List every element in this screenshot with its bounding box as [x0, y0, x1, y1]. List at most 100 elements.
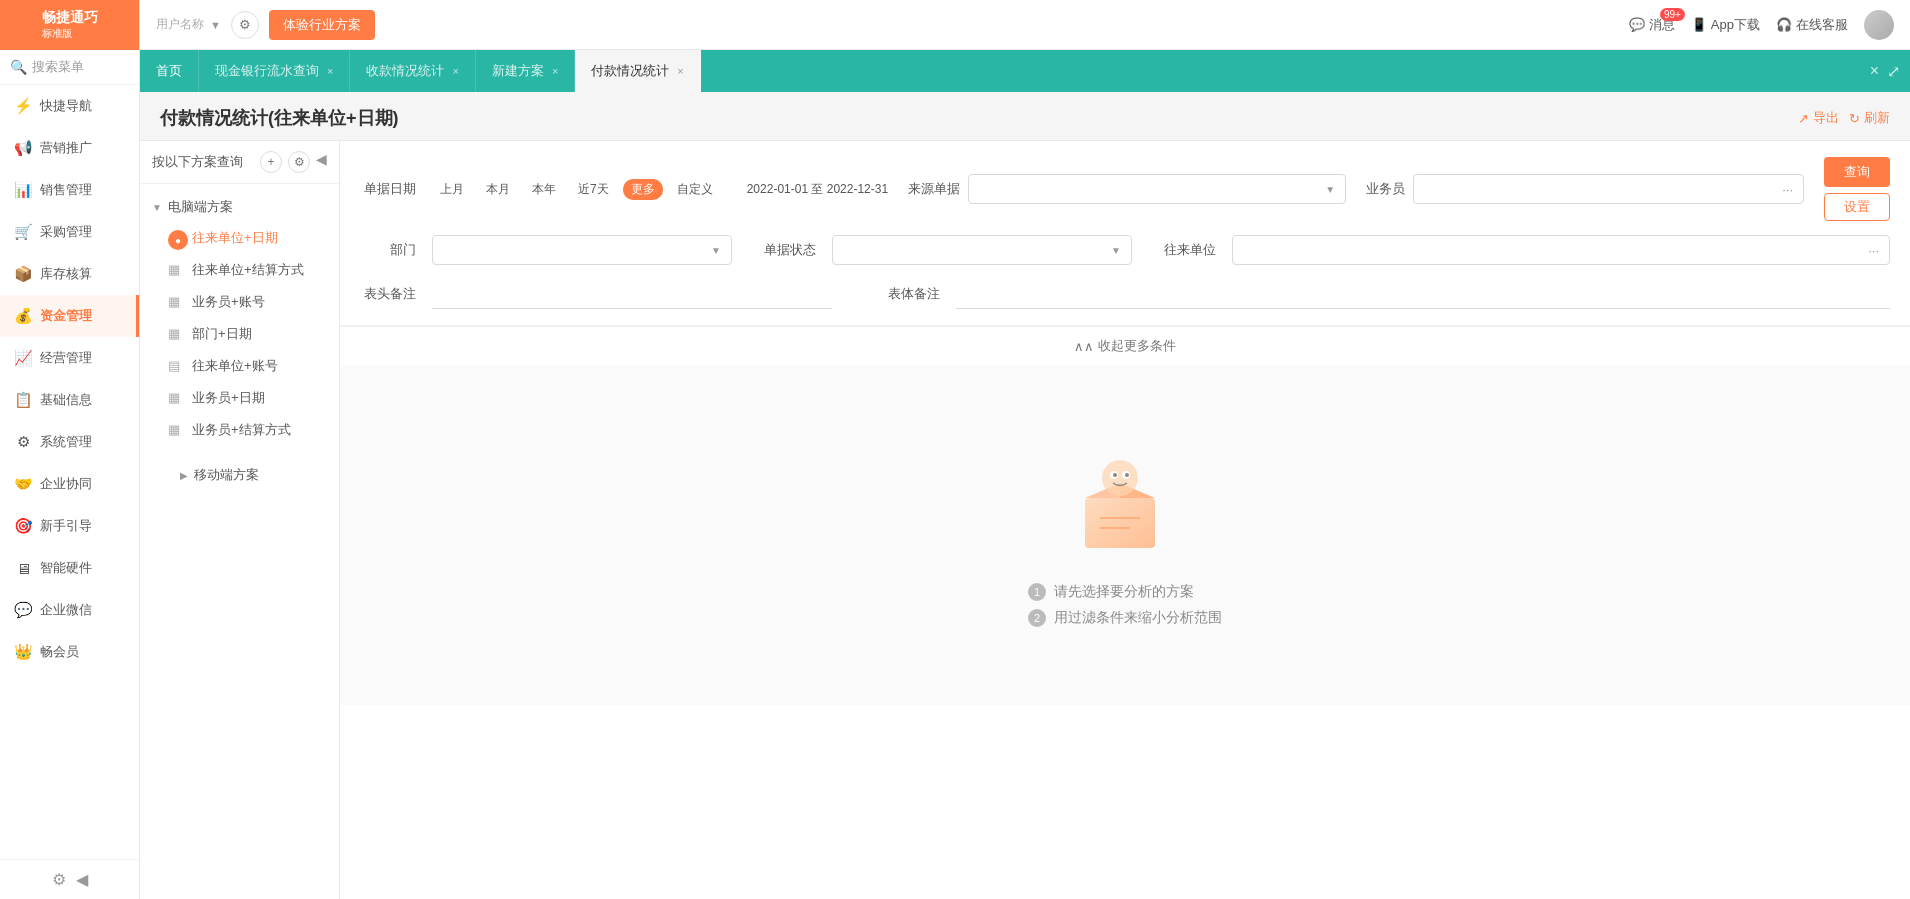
footer-settings-icon[interactable]: ⚙ [52, 870, 66, 889]
messages-badge: 99+ [1660, 8, 1685, 21]
date-tab-7days[interactable]: 近7天 [570, 178, 617, 201]
sidebar-item-inventory[interactable]: 📦 库存核算 [0, 253, 139, 295]
scheme-settings-btn[interactable]: ⚙ [288, 151, 310, 173]
search-label: 搜索菜单 [32, 58, 84, 76]
sidebar-item-hardware[interactable]: 🖥 智能硬件 [0, 547, 139, 589]
date-tab-custom[interactable]: 自定义 [669, 178, 721, 201]
cooperation-icon: 🤝 [14, 475, 32, 493]
scheme-table-icon-2: ▦ [168, 294, 184, 310]
scheme-item-dept-date[interactable]: ▦ 部门+日期 [140, 318, 339, 350]
add-scheme-btn[interactable]: + [260, 151, 282, 173]
sidebar-item-basic-info[interactable]: 📋 基础信息 [0, 379, 139, 421]
query-btn[interactable]: 查询 [1824, 157, 1890, 187]
messages-btn[interactable]: 💬 消息 99+ [1629, 16, 1675, 34]
sidebar-item-label: 新手引导 [40, 517, 92, 535]
date-tab-more[interactable]: 更多 [623, 179, 663, 200]
doc-status-label: 单据状态 [764, 241, 816, 259]
source-label: 来源单据 [908, 180, 960, 198]
header-note-input[interactable] [432, 279, 832, 309]
mobile-group-arrow: ▶ [180, 470, 188, 481]
pc-scheme-group-header[interactable]: ▼ 电脑端方案 [140, 192, 339, 222]
sidebar-item-label: 畅会员 [40, 643, 79, 661]
doc-status-select[interactable]: ▼ [832, 235, 1132, 265]
source-doc-filter: 来源单据 ▼ [908, 174, 1346, 204]
sidebar-item-wechat[interactable]: 💬 企业微信 [0, 589, 139, 631]
app-download-label: App下载 [1711, 16, 1760, 34]
sidebar-item-member[interactable]: 👑 畅会员 [0, 631, 139, 673]
sidebar-item-marketing[interactable]: 📢 营销推广 [0, 127, 139, 169]
tab-new-scheme-close[interactable]: × [552, 65, 558, 77]
body-note-input[interactable] [956, 279, 1890, 309]
tab-home[interactable]: 首页 [140, 50, 199, 92]
sidebar-item-quick-nav[interactable]: ⚡ 快捷导航 [0, 85, 139, 127]
source-select[interactable]: ▼ [968, 174, 1346, 204]
date-tab-this-year[interactable]: 本年 [524, 178, 564, 201]
scheme-item-salesperson-date[interactable]: ▦ 业务员+日期 [140, 382, 339, 414]
tab-bank-label: 现金银行流水查询 [215, 62, 319, 80]
page-actions: ↗ 导出 ↻ 刷新 [1798, 109, 1890, 127]
salesperson-select[interactable]: ··· [1413, 174, 1804, 204]
sidebar-item-guide[interactable]: 🎯 新手引导 [0, 505, 139, 547]
scheme-item-counterpart-date[interactable]: ● 往来单位+日期 [140, 222, 339, 254]
sidebar-item-operations[interactable]: 📈 经营管理 [0, 337, 139, 379]
scheme-item-salesperson-settlement[interactable]: ▦ 业务员+结算方式 [140, 414, 339, 446]
sidebar-item-cooperation[interactable]: 🤝 企业协同 [0, 463, 139, 505]
scheme-item-label: 往来单位+账号 [192, 357, 278, 375]
maximize-btn[interactable]: ⤢ [1887, 62, 1900, 81]
mobile-scheme-header[interactable]: ▶ 移动端方案 [168, 460, 327, 490]
tab-bank-close[interactable]: × [327, 65, 333, 77]
user-avatar[interactable] [1864, 10, 1894, 40]
close-all-tabs-btn[interactable]: × [1870, 62, 1879, 80]
scheme-table-icon-5: ▦ [168, 422, 184, 438]
filter-settings-btn[interactable]: 设置 [1824, 193, 1890, 221]
operations-icon: 📈 [14, 349, 32, 367]
salesperson-filter: 业务员 ··· [1366, 174, 1804, 204]
tab-receipts[interactable]: 收款情况统计 × [350, 50, 475, 92]
sidebar-item-sales[interactable]: 📊 销售管理 [0, 169, 139, 211]
sidebar-item-purchase[interactable]: 🛒 采购管理 [0, 211, 139, 253]
filter-section-main: 单据日期 上月 本月 本年 近7天 更多 自定义 2022-01-01 至 20… [340, 141, 1910, 326]
footer-collapse-icon[interactable]: ◀ [76, 870, 88, 889]
filter-row-1: 单据日期 上月 本月 本年 近7天 更多 自定义 2022-01-01 至 20… [360, 157, 1890, 221]
scheme-item-counterpart-account[interactable]: ▤ 往来单位+账号 [140, 350, 339, 382]
salesperson-row: 业务员 ··· [1366, 174, 1804, 204]
counterpart-select[interactable]: ··· [1232, 235, 1890, 265]
scheme-item-salesperson-account[interactable]: ▦ 业务员+账号 [140, 286, 339, 318]
tab-payments-close[interactable]: × [677, 65, 683, 77]
tab-new-scheme[interactable]: 新建方案 × [476, 50, 575, 92]
search-icon: 🔍 [10, 59, 27, 75]
date-tab-last-month[interactable]: 上月 [432, 178, 472, 201]
export-btn[interactable]: ↗ 导出 [1798, 109, 1839, 127]
active-scheme-icon: ● [168, 230, 184, 246]
guide-icon: 🎯 [14, 517, 32, 535]
empty-svg [1065, 443, 1185, 563]
dept-select[interactable]: ▼ [432, 235, 732, 265]
collapse-more-btn[interactable]: ∧∧ 收起更多条件 [340, 326, 1910, 365]
refresh-btn[interactable]: ↻ 刷新 [1849, 109, 1890, 127]
tab-payments-label: 付款情况统计 [591, 62, 669, 80]
tab-receipts-close[interactable]: × [452, 65, 458, 77]
topbar-dropdown-icon[interactable]: ▼ [210, 19, 221, 31]
doc-status-arrow-icon: ▼ [1111, 245, 1121, 256]
logo-sub: 标准版 [42, 27, 98, 41]
sidebar-item-system[interactable]: ⚙ 系统管理 [0, 421, 139, 463]
topbar-settings-btn[interactable]: ⚙ [231, 11, 259, 39]
tab-payments[interactable]: 付款情况统计 × [575, 50, 700, 92]
empty-steps: 1 请先选择要分析的方案 2 用过滤条件来缩小分析范围 [1028, 583, 1222, 627]
sidebar-item-label: 采购管理 [40, 223, 92, 241]
scheme-collapse-btn[interactable]: ◀ [316, 151, 327, 173]
sidebar-search[interactable]: 🔍 搜索菜单 [0, 50, 139, 85]
date-label: 单据日期 [360, 180, 416, 198]
sales-icon: 📊 [14, 181, 32, 199]
sidebar-item-label: 企业协同 [40, 475, 92, 493]
trial-btn[interactable]: 体验行业方案 [269, 10, 375, 40]
source-doc-row: 来源单据 ▼ [908, 174, 1346, 204]
online-service-btn[interactable]: 🎧 在线客服 [1776, 16, 1848, 34]
app-download-btn[interactable]: 📱 App下载 [1691, 16, 1760, 34]
sidebar-item-finance[interactable]: 💰 资金管理 [0, 295, 139, 337]
date-tab-this-month[interactable]: 本月 [478, 178, 518, 201]
right-panel: 单据日期 上月 本月 本年 近7天 更多 自定义 2022-01-01 至 20… [340, 141, 1910, 899]
empty-step-2: 2 用过滤条件来缩小分析范围 [1028, 609, 1222, 627]
scheme-item-counterpart-settlement[interactable]: ▦ 往来单位+结算方式 [140, 254, 339, 286]
tab-bank[interactable]: 现金银行流水查询 × [199, 50, 350, 92]
